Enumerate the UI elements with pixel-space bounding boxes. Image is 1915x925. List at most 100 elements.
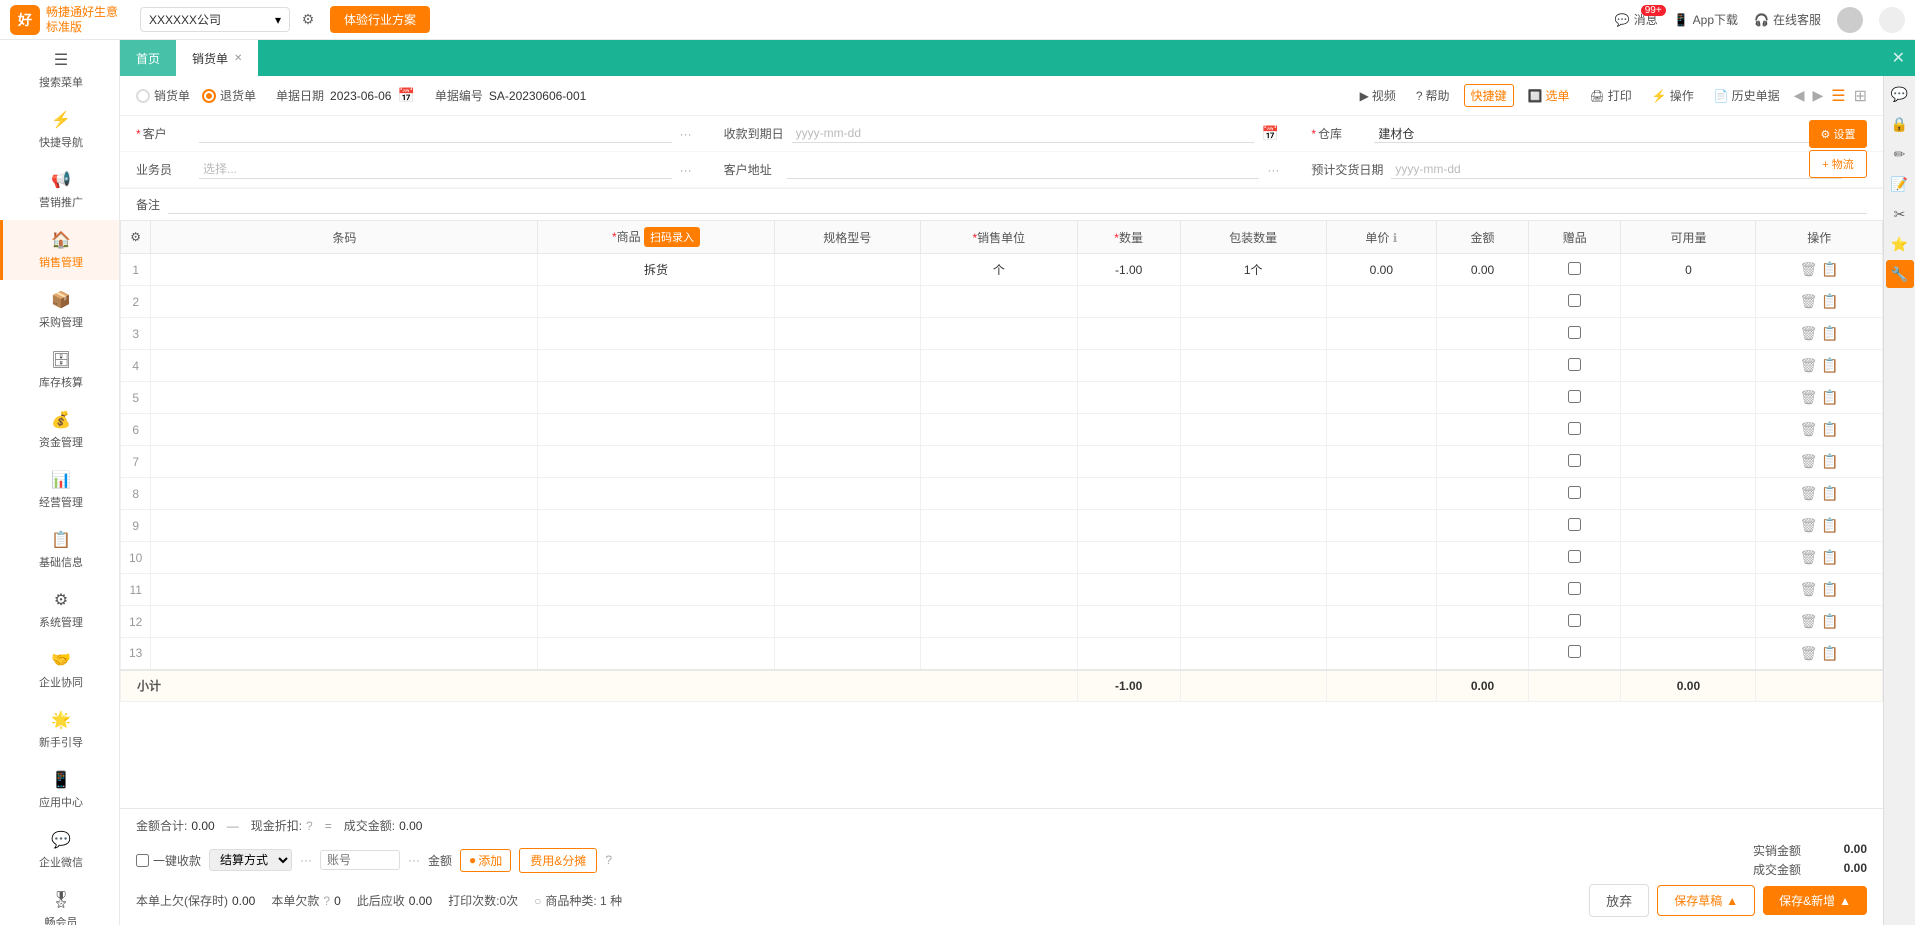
scan-button[interactable]: 扫码录入 xyxy=(644,227,700,247)
unit-cell[interactable] xyxy=(920,638,1077,670)
qty-cell[interactable] xyxy=(1077,606,1180,638)
sidebar-item-appcenter[interactable]: 📱 应用中心 xyxy=(0,760,119,820)
amount-cell[interactable] xyxy=(1436,574,1528,606)
expense-button[interactable]: 费用&分摊 xyxy=(519,848,597,873)
price-cell[interactable] xyxy=(1326,478,1436,510)
unit-cell[interactable] xyxy=(920,382,1077,414)
pkg-qty-cell[interactable] xyxy=(1180,414,1326,446)
gift-checkbox[interactable] xyxy=(1568,614,1581,627)
barcode-cell[interactable] xyxy=(151,542,538,574)
price-cell[interactable] xyxy=(1326,414,1436,446)
pkg-qty-cell[interactable] xyxy=(1180,446,1326,478)
spec-cell[interactable] xyxy=(774,574,920,606)
price-cell[interactable] xyxy=(1326,638,1436,670)
gift-checkbox[interactable] xyxy=(1568,358,1581,371)
pkg-qty-cell[interactable] xyxy=(1180,382,1326,414)
amount-cell[interactable] xyxy=(1436,510,1528,542)
gift-cell[interactable] xyxy=(1529,510,1621,542)
sidebar-item-marketing[interactable]: 📢 营销推广 xyxy=(0,160,119,220)
unit-cell[interactable] xyxy=(920,510,1077,542)
delete-icon[interactable]: 🗑 xyxy=(1800,645,1818,662)
payment-date-calendar-icon[interactable]: 📅 xyxy=(1262,125,1279,142)
product-cell[interactable] xyxy=(538,574,774,606)
avatar[interactable] xyxy=(1837,7,1863,33)
history-btn[interactable]: 📄 历史单据 xyxy=(1708,85,1786,106)
product-cell[interactable] xyxy=(538,414,774,446)
barcode-input[interactable] xyxy=(159,583,529,597)
unit-cell[interactable] xyxy=(920,542,1077,574)
delete-icon[interactable]: 🗑 xyxy=(1800,453,1818,470)
delete-icon[interactable]: 🗑 xyxy=(1800,293,1818,310)
gift-checkbox[interactable] xyxy=(1568,518,1581,531)
delete-icon[interactable]: 🗑 xyxy=(1800,517,1818,534)
sidebar-item-collab[interactable]: 🤝 企业协同 xyxy=(0,640,119,700)
expense-help-icon[interactable]: ? xyxy=(605,853,612,867)
qty-cell[interactable] xyxy=(1077,350,1180,382)
customer-dots[interactable]: ··· xyxy=(680,127,692,141)
barcode-cell[interactable] xyxy=(151,414,538,446)
price-cell[interactable]: 0.00 xyxy=(1326,254,1436,286)
product-cell[interactable] xyxy=(538,318,774,350)
close-window-icon[interactable]: ✕ xyxy=(1892,48,1905,68)
grid-view-icon[interactable]: ⊞ xyxy=(1854,86,1867,106)
copy-icon[interactable]: 📋 xyxy=(1821,613,1838,630)
list-view-icon[interactable]: ☰ xyxy=(1831,86,1845,106)
print-btn[interactable]: 🖨 打印 xyxy=(1584,85,1638,106)
spec-cell[interactable] xyxy=(774,510,920,542)
account-dots[interactable]: ··· xyxy=(408,853,420,867)
product-cell[interactable] xyxy=(538,350,774,382)
gift-checkbox[interactable] xyxy=(1568,486,1581,499)
copy-icon[interactable]: 📋 xyxy=(1821,581,1838,598)
spec-cell[interactable] xyxy=(774,350,920,382)
gift-cell[interactable] xyxy=(1529,286,1621,318)
barcode-input[interactable] xyxy=(159,327,529,341)
qty-cell[interactable] xyxy=(1077,286,1180,318)
gift-checkbox[interactable] xyxy=(1568,390,1581,403)
account-input[interactable] xyxy=(320,850,400,870)
sidebar-item-system[interactable]: ⚙ 系统管理 xyxy=(0,580,119,640)
v-btn-3[interactable]: ✏ xyxy=(1886,140,1914,168)
v-btn-5[interactable]: ✂ xyxy=(1886,200,1914,228)
settings-btn[interactable]: ⚙ 设置 xyxy=(1809,120,1867,148)
trial-button[interactable]: 体验行业方案 xyxy=(330,6,430,33)
product-cell[interactable] xyxy=(538,382,774,414)
pkg-qty-cell[interactable] xyxy=(1180,510,1326,542)
amount-cell[interactable] xyxy=(1436,446,1528,478)
v-btn-7[interactable]: 🔧 xyxy=(1886,260,1914,288)
barcode-cell[interactable] xyxy=(151,574,538,606)
save-new-button[interactable]: 保存&新增 ▲ xyxy=(1763,886,1867,915)
sidebar-item-sales[interactable]: 🏠 销售管理 xyxy=(0,220,119,280)
tab-home[interactable]: 首页 xyxy=(120,40,176,76)
product-cell[interactable] xyxy=(538,510,774,542)
amount-cell[interactable] xyxy=(1436,286,1528,318)
spec-cell[interactable] xyxy=(774,446,920,478)
qty-cell[interactable] xyxy=(1077,638,1180,670)
copy-icon[interactable]: 📋 xyxy=(1821,325,1838,342)
delete-icon[interactable]: 🗑 xyxy=(1800,581,1818,598)
delete-icon[interactable]: 🗑 xyxy=(1800,357,1818,374)
online-service-button[interactable]: 🎧 在线客服 xyxy=(1754,11,1821,28)
gift-cell[interactable] xyxy=(1529,478,1621,510)
customer-input[interactable] xyxy=(199,124,672,143)
sidebar-item-purchase[interactable]: 📦 采购管理 xyxy=(0,280,119,340)
gift-cell[interactable] xyxy=(1529,638,1621,670)
payment-date-input[interactable] xyxy=(792,124,1254,143)
amount-cell[interactable] xyxy=(1436,350,1528,382)
expected-date-input[interactable] xyxy=(1391,160,1841,179)
logistics-btn[interactable]: + 物流 xyxy=(1809,150,1867,178)
save-draft-button[interactable]: 保存草稿 ▲ xyxy=(1657,885,1755,916)
sidebar-item-wecom[interactable]: 💬 企业微信 xyxy=(0,820,119,880)
gift-cell[interactable] xyxy=(1529,382,1621,414)
barcode-input[interactable] xyxy=(159,359,529,373)
copy-icon[interactable]: 📋 xyxy=(1821,421,1838,438)
sidebar-item-quicknav[interactable]: ⚡ 快捷导航 xyxy=(0,100,119,160)
price-cell[interactable] xyxy=(1326,446,1436,478)
amount-cell[interactable] xyxy=(1436,638,1528,670)
pkg-qty-cell[interactable] xyxy=(1180,606,1326,638)
price-cell[interactable] xyxy=(1326,350,1436,382)
delete-icon[interactable]: 🗑 xyxy=(1800,421,1818,438)
gift-cell[interactable] xyxy=(1529,318,1621,350)
qty-cell[interactable] xyxy=(1077,574,1180,606)
v-btn-2[interactable]: 🔒 xyxy=(1886,110,1914,138)
sidebar-item-operation[interactable]: 📊 经营管理 xyxy=(0,460,119,520)
